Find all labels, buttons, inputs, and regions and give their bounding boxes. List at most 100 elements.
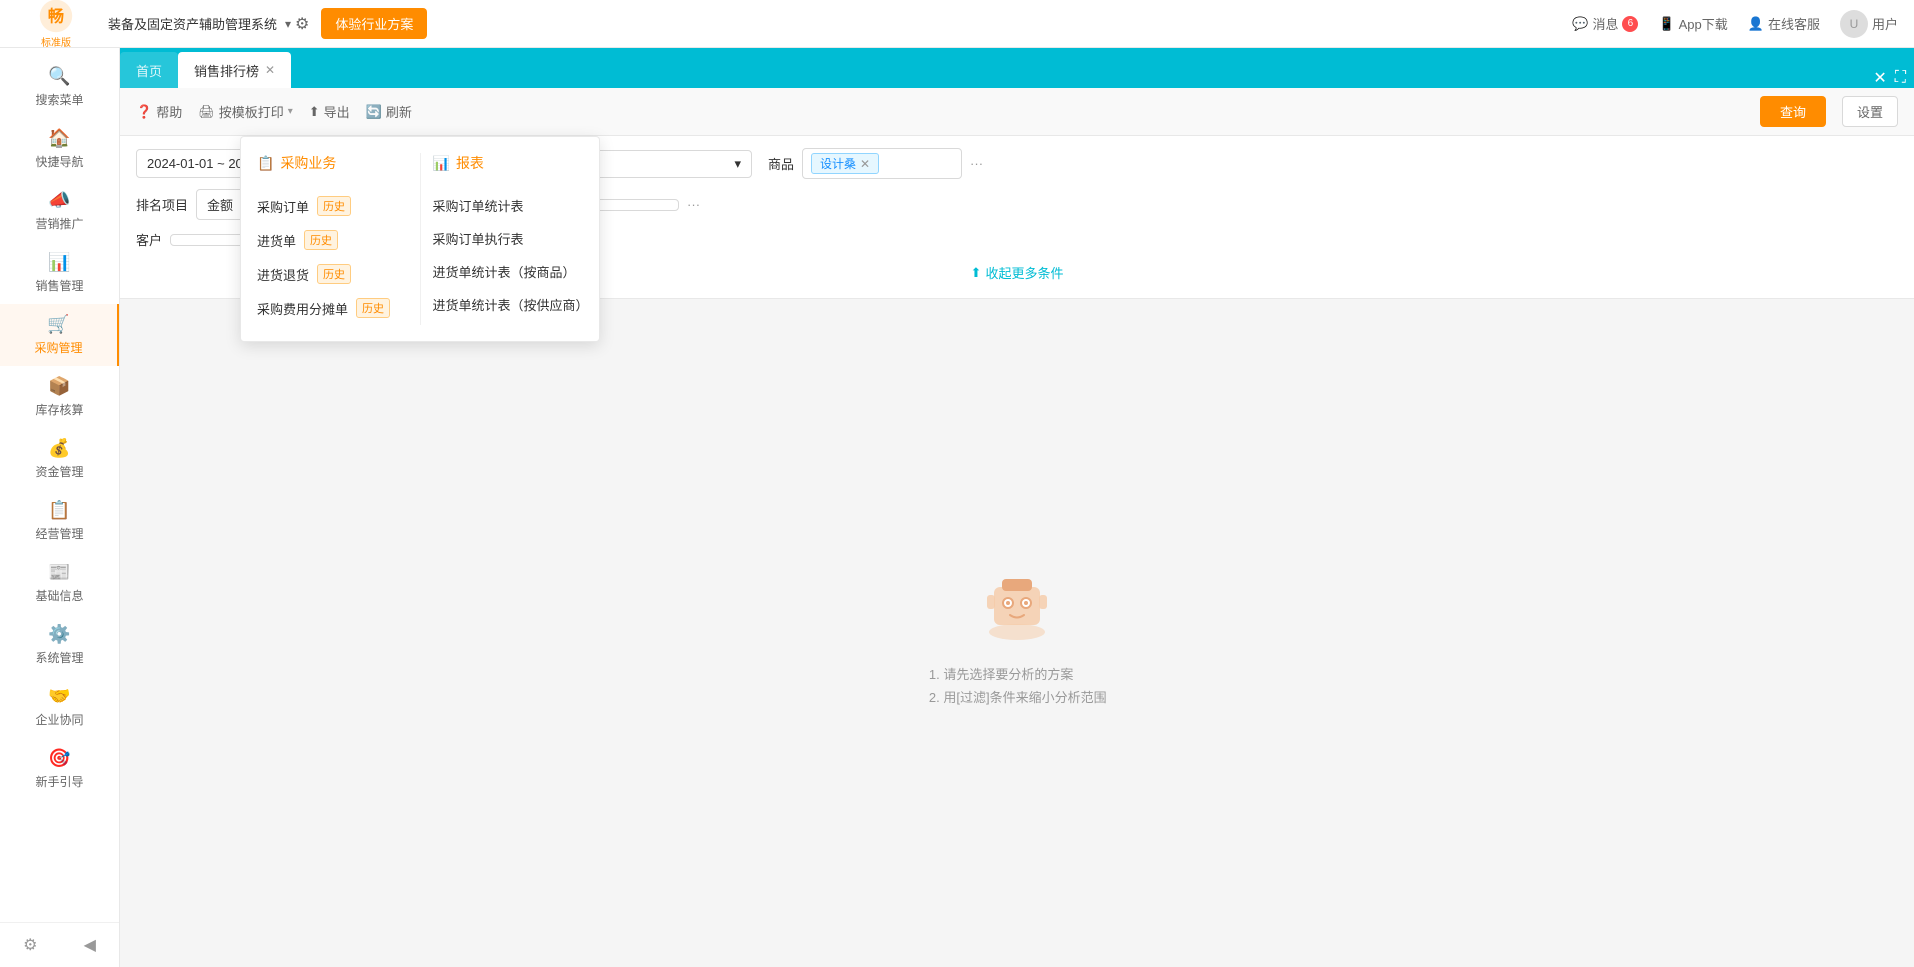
ops-icon: 📋 — [48, 500, 70, 521]
dropdown-item-po[interactable]: 采购订单 历史 — [257, 189, 408, 223]
sidebar-item-purchase[interactable]: 🛒 采购管理 — [0, 304, 119, 366]
goods-input[interactable]: 设计桑 ✕ — [802, 148, 962, 179]
collapse-icon[interactable]: ◀ — [84, 935, 96, 955]
print-chevron[interactable]: ▾ — [288, 106, 293, 117]
goods-tag-text: 设计桑 — [820, 155, 856, 172]
receipt-stat-supplier-label: 进货单统计表（按供应商） — [433, 295, 584, 314]
sidebar-item-collab[interactable]: 🤝 企业协同 — [0, 676, 119, 738]
sidebar-item-base[interactable]: 📰 基础信息 — [0, 552, 119, 614]
purchase-icon: 🛒 — [47, 314, 69, 335]
sidebar-item-system[interactable]: ⚙️ 系统管理 — [0, 614, 119, 676]
sidebar-item-inventory[interactable]: 📦 库存核算 — [0, 366, 119, 428]
refresh-icon: 🔄 — [366, 104, 382, 120]
home-icon: 🏠 — [48, 128, 70, 149]
sidebar-label-system: 系统管理 — [35, 649, 83, 666]
page-content: 请先选择要分析的方案 用[过滤]条件来缩小分析范围 — [120, 299, 1914, 967]
dropdown-item-po-exec[interactable]: 采购订单执行表 — [433, 222, 584, 255]
sidebar-item-ops[interactable]: 📋 经营管理 — [0, 490, 119, 552]
collapse-arrow: ⬆ — [971, 265, 982, 281]
staff-more-dots[interactable]: ··· — [687, 197, 700, 212]
purchase-biz-label: 采购业务 — [280, 153, 336, 173]
sidebar-bottom: ⚙ ◀ — [0, 922, 119, 967]
tab-sales-rank[interactable]: 销售排行榜 ✕ — [178, 52, 291, 88]
customer-label: 客户 — [136, 230, 162, 249]
purchase-biz-icon: 📋 — [257, 155, 274, 172]
inventory-icon: 📦 — [48, 376, 70, 397]
po-label: 采购订单 — [257, 197, 309, 216]
settings-icon[interactable]: ⚙ — [295, 14, 309, 34]
tab-bar-right: ✕ ⛶ — [1873, 68, 1914, 88]
sidebar-label-search: 搜索菜单 — [35, 91, 83, 108]
sidebar-label-collab: 企业协同 — [35, 711, 83, 728]
export-action[interactable]: ⬆ 导出 — [309, 102, 350, 121]
sidebar-item-guide[interactable]: 🎯 新手引导 — [0, 738, 119, 800]
msg-label: 消息 — [1592, 14, 1618, 33]
help-icon: ❓ — [136, 104, 152, 120]
goods-tag-close[interactable]: ✕ — [860, 157, 870, 171]
sidebar-label-ops: 经营管理 — [35, 525, 83, 542]
refresh-label: 刷新 — [386, 102, 412, 121]
tab-maximize-icon[interactable]: ⛶ — [1895, 69, 1906, 87]
tab-bar: 首页 销售排行榜 ✕ ✕ ⛶ — [120, 48, 1914, 88]
sidebar-label-marketing: 营销推广 — [35, 215, 83, 232]
top-bar: 畅 标准版 装备及固定资产辅助管理系统 ▾ ⚙ 体验行业方案 💬 消息 6 📱 … — [0, 0, 1914, 48]
sidebar-item-search[interactable]: 🔍 搜索菜单 — [0, 56, 119, 118]
empty-tips: 请先选择要分析的方案 用[过滤]条件来缩小分析范围 — [927, 663, 1106, 710]
collapse-btn[interactable]: ⬆ 收起更多条件 — [971, 263, 1064, 282]
content-area: 首页 销售排行榜 ✕ ✕ ⛶ ❓ 帮助 🖨 按模板 — [120, 48, 1914, 967]
sidebar-item-finance[interactable]: 💰 资金管理 — [0, 428, 119, 490]
dropdown-item-receipt-stat-supplier[interactable]: 进货单统计表（按供应商） — [433, 288, 584, 321]
dropdown-item-po-stat[interactable]: 采购订单统计表 — [433, 189, 584, 222]
settings-btn[interactable]: 设置 — [1842, 96, 1898, 127]
print-action[interactable]: 🖨 按模板打印 ▾ — [198, 102, 293, 121]
guide-icon: 🎯 — [48, 748, 70, 769]
tab-close-icon[interactable]: ✕ — [265, 63, 275, 77]
online-service-label: 在线客服 — [1768, 14, 1820, 33]
sidebar-label-sales: 销售管理 — [35, 277, 83, 294]
collapse-label: 收起更多条件 — [985, 263, 1063, 282]
dropdown-item-receipt[interactable]: 进货单 历史 — [257, 223, 408, 257]
system-name-wrapper: 装备及固定资产辅助管理系统 ▾ ⚙ — [108, 14, 309, 34]
empty-tip-1: 请先选择要分析的方案 — [943, 663, 1106, 686]
dropdown-item-expense[interactable]: 采购费用分摊单 历史 — [257, 291, 408, 325]
online-service-action[interactable]: 👤 在线客服 — [1748, 14, 1820, 33]
msg-action[interactable]: 💬 消息 6 — [1572, 14, 1638, 33]
dropdown-col-purchase: 📋 采购业务 采购订单 历史 进货单 历史 进货退货 — [257, 153, 408, 325]
toolbar: ❓ 帮助 🖨 按模板打印 ▾ ⬆ 导出 🔄 刷新 查询 设置 — [120, 88, 1914, 136]
user-avatar: U — [1840, 10, 1868, 38]
tab-home[interactable]: 首页 — [120, 52, 178, 88]
goods-tag: 设计桑 ✕ — [811, 153, 879, 174]
app-download-action[interactable]: 📱 App下载 — [1658, 14, 1727, 33]
sidebar: 🔍 搜索菜单 🏠 快捷导航 📣 营销推广 📊 销售管理 🛒 采购管理 📦 — [0, 48, 120, 967]
expense-label: 采购费用分摊单 — [257, 299, 348, 318]
filter-goods: 商品 设计桑 ✕ ··· — [768, 148, 983, 179]
base-icon: 📰 — [48, 562, 70, 583]
phone-icon: 📱 — [1658, 16, 1674, 32]
industry-btn[interactable]: 体验行业方案 — [321, 8, 427, 39]
system-name-chevron[interactable]: ▾ — [285, 17, 291, 31]
rank-label: 排名项目 — [136, 195, 188, 214]
return-label: 进货退货 — [257, 265, 309, 284]
print-label: 按模板打印 — [219, 102, 284, 121]
goods-more-dots[interactable]: ··· — [970, 156, 983, 171]
refresh-action[interactable]: 🔄 刷新 — [366, 102, 412, 121]
dropdown-item-receipt-stat-goods[interactable]: 进货单统计表（按商品） — [433, 255, 584, 288]
user-action[interactable]: U 用户 — [1840, 10, 1898, 38]
query-btn[interactable]: 查询 — [1760, 96, 1826, 127]
expense-history-badge: 历史 — [356, 298, 390, 318]
tab-home-label: 首页 — [136, 61, 162, 80]
export-label: 导出 — [324, 102, 350, 121]
report-label: 报表 — [456, 153, 484, 173]
sidebar-item-marketing[interactable]: 📣 营销推广 — [0, 180, 119, 242]
sidebar-item-sales[interactable]: 📊 销售管理 — [0, 242, 119, 304]
help-action[interactable]: ❓ 帮助 — [136, 102, 182, 121]
dropdown-item-return[interactable]: 进货退货 历史 — [257, 257, 408, 291]
service-icon: 👤 — [1748, 16, 1764, 32]
msg-icon: 💬 — [1572, 16, 1588, 32]
settings-bottom-icon[interactable]: ⚙ — [23, 935, 37, 955]
report-icon: 📊 — [433, 155, 450, 172]
marketing-icon: 📣 — [48, 190, 70, 211]
sidebar-item-nav[interactable]: 🏠 快捷导航 — [0, 118, 119, 180]
tab-close-window-icon[interactable]: ✕ — [1873, 68, 1886, 88]
order-status-chevron: ▾ — [734, 156, 741, 172]
